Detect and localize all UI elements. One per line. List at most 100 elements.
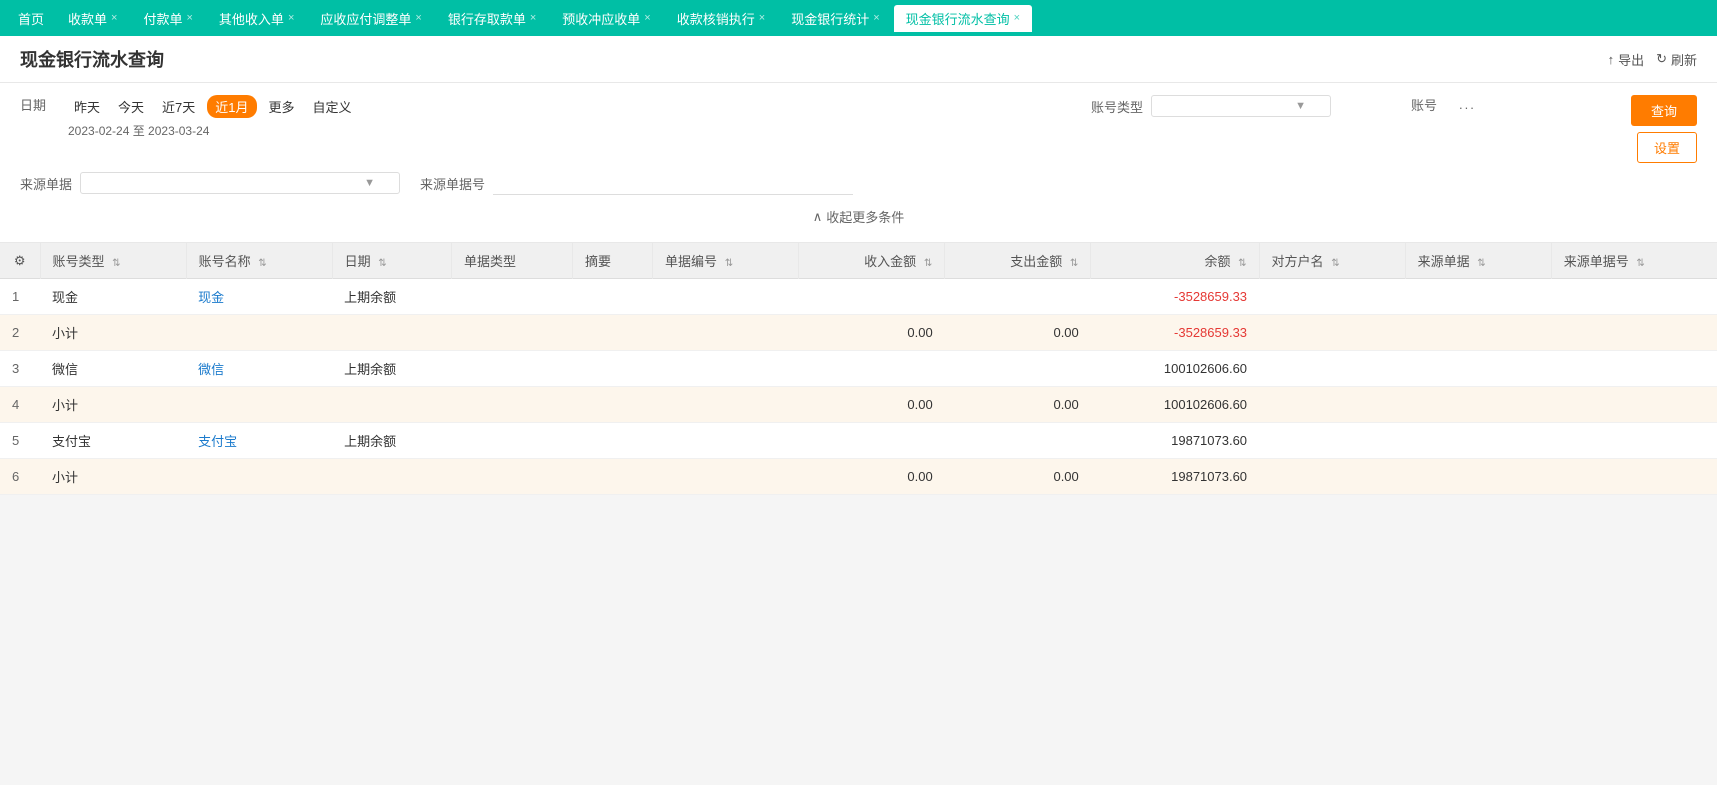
- table-row: 2 小计 0.00 0.00 -3528659.33: [0, 315, 1717, 351]
- sort-income-icon: ⇅: [924, 258, 932, 269]
- nav-tab-8[interactable]: 现金银行流水查询 ×: [894, 5, 1032, 32]
- nav-tab-5[interactable]: 预收冲应收单 ×: [550, 5, 662, 32]
- close-tab-3-icon[interactable]: ×: [415, 12, 421, 24]
- th-expense[interactable]: 支出金额 ⇅: [945, 243, 1091, 279]
- cell-counter: [1259, 351, 1405, 387]
- cell-date: [332, 315, 451, 351]
- date-opt-1month[interactable]: 近1月: [207, 95, 256, 118]
- settings-button[interactable]: 设置: [1637, 132, 1697, 163]
- cell-voucher-no: [653, 387, 799, 423]
- cell-expense: 0.00: [945, 315, 1091, 351]
- data-table: ⚙ 账号类型 ⇅ 账号名称 ⇅ 日期 ⇅ 单据类型 摘要 单据编号: [0, 243, 1717, 495]
- cell-voucher-type: [452, 315, 573, 351]
- nav-tab-6[interactable]: 收款核销执行 ×: [665, 5, 777, 32]
- cell-counter: [1259, 459, 1405, 495]
- th-acct-name[interactable]: 账号名称 ⇅: [186, 243, 332, 279]
- src-doc-select[interactable]: ▼: [80, 172, 400, 194]
- sort-date-icon: ⇅: [378, 258, 386, 269]
- close-tab-6-icon[interactable]: ×: [759, 12, 765, 24]
- cell-acct-name: [186, 315, 332, 351]
- cell-desc: [572, 351, 652, 387]
- cell-acct-name[interactable]: 支付宝: [186, 423, 332, 459]
- close-tab-2-icon[interactable]: ×: [288, 12, 294, 24]
- cell-desc: [572, 315, 652, 351]
- table-row: 4 小计 0.00 0.00 100102606.60: [0, 387, 1717, 423]
- cell-balance: 100102606.60: [1091, 387, 1259, 423]
- export-icon: ↑: [1608, 52, 1615, 67]
- cell-src-doc: [1405, 279, 1551, 315]
- date-options: 昨天 今天 近7天 近1月 更多 自定义: [68, 95, 358, 118]
- export-button[interactable]: ↑ 导出: [1608, 50, 1645, 69]
- acct-type-label: 账号类型: [1091, 97, 1143, 116]
- close-tab-4-icon[interactable]: ×: [530, 12, 536, 24]
- cell-income: 0.00: [799, 387, 945, 423]
- nav-tab-1[interactable]: 付款单 ×: [131, 5, 204, 32]
- cell-voucher-no: [653, 423, 799, 459]
- table-row: 5 支付宝 支付宝 上期余额 19871073.60: [0, 423, 1717, 459]
- sort-counter-icon: ⇅: [1331, 258, 1339, 269]
- cell-acct-type: 现金: [40, 279, 186, 315]
- th-settings[interactable]: ⚙: [0, 243, 40, 279]
- src-doc-chevron-icon: ▼: [364, 177, 375, 189]
- action-col: 查询 设置: [1631, 95, 1697, 163]
- sort-acct-type-icon: ⇅: [112, 258, 120, 269]
- gear-icon[interactable]: ⚙: [14, 253, 26, 268]
- cell-src-doc-no: [1551, 459, 1717, 495]
- cell-desc: [572, 387, 652, 423]
- th-income[interactable]: 收入金额 ⇅: [799, 243, 945, 279]
- th-desc: 摘要: [572, 243, 652, 279]
- nav-home[interactable]: 首页: [8, 5, 54, 32]
- refresh-button[interactable]: ↻ 刷新: [1656, 50, 1697, 69]
- collapse-button[interactable]: ∧ 收起更多条件: [809, 203, 909, 230]
- date-opt-yesterday[interactable]: 昨天: [68, 95, 106, 118]
- src-doc-label: 来源单据: [20, 174, 72, 193]
- th-voucher-type: 单据类型: [452, 243, 573, 279]
- src-doc-no-input[interactable]: [493, 171, 853, 195]
- date-opt-more[interactable]: 更多: [263, 95, 301, 118]
- close-tab-1-icon[interactable]: ×: [186, 12, 192, 24]
- cell-counter: [1259, 387, 1405, 423]
- cell-voucher-type: [452, 459, 573, 495]
- nav-tab-2[interactable]: 其他收入单 ×: [207, 5, 306, 32]
- th-src-doc[interactable]: 来源单据 ⇅: [1405, 243, 1551, 279]
- cell-acct-name[interactable]: 现金: [186, 279, 332, 315]
- cell-income: [799, 423, 945, 459]
- cell-desc: [572, 459, 652, 495]
- date-opt-7days[interactable]: 近7天: [156, 95, 201, 118]
- close-tab-8-icon[interactable]: ×: [1014, 12, 1020, 24]
- acct-dots[interactable]: ...: [1459, 97, 1476, 112]
- th-balance[interactable]: 余额 ⇅: [1091, 243, 1259, 279]
- cell-acct-name: [186, 459, 332, 495]
- th-voucher-no[interactable]: 单据编号 ⇅: [653, 243, 799, 279]
- cell-expense: 0.00: [945, 387, 1091, 423]
- nav-tab-7[interactable]: 现金银行统计 ×: [779, 5, 891, 32]
- table-row: 6 小计 0.00 0.00 19871073.60: [0, 459, 1717, 495]
- cell-income: 0.00: [799, 459, 945, 495]
- cell-expense: [945, 351, 1091, 387]
- acct-type-select[interactable]: ▼: [1151, 95, 1331, 117]
- close-tab-5-icon[interactable]: ×: [644, 12, 650, 24]
- date-opt-today[interactable]: 今天: [112, 95, 150, 118]
- nav-tab-3[interactable]: 应收应付调整单 ×: [308, 5, 433, 32]
- cell-voucher-no: [653, 459, 799, 495]
- close-tab-0-icon[interactable]: ×: [111, 12, 117, 24]
- close-tab-7-icon[interactable]: ×: [873, 12, 879, 24]
- cell-num: 6: [0, 459, 40, 495]
- cell-num: 2: [0, 315, 40, 351]
- cell-income: [799, 279, 945, 315]
- cell-src-doc: [1405, 315, 1551, 351]
- cell-expense: [945, 423, 1091, 459]
- nav-tab-0[interactable]: 收款单 ×: [56, 5, 129, 32]
- cell-acct-name[interactable]: 微信: [186, 351, 332, 387]
- th-src-doc-no[interactable]: 来源单据号 ⇅: [1551, 243, 1717, 279]
- th-counter[interactable]: 对方户名 ⇅: [1259, 243, 1405, 279]
- nav-tab-4[interactable]: 银行存取款单 ×: [436, 5, 548, 32]
- query-button[interactable]: 查询: [1631, 95, 1697, 126]
- cell-balance: 100102606.60: [1091, 351, 1259, 387]
- page-title: 现金银行流水查询: [20, 46, 164, 72]
- date-opt-custom[interactable]: 自定义: [307, 95, 358, 118]
- th-date[interactable]: 日期 ⇅: [332, 243, 451, 279]
- th-acct-type[interactable]: 账号类型 ⇅: [40, 243, 186, 279]
- cell-desc: [572, 423, 652, 459]
- cell-num: 4: [0, 387, 40, 423]
